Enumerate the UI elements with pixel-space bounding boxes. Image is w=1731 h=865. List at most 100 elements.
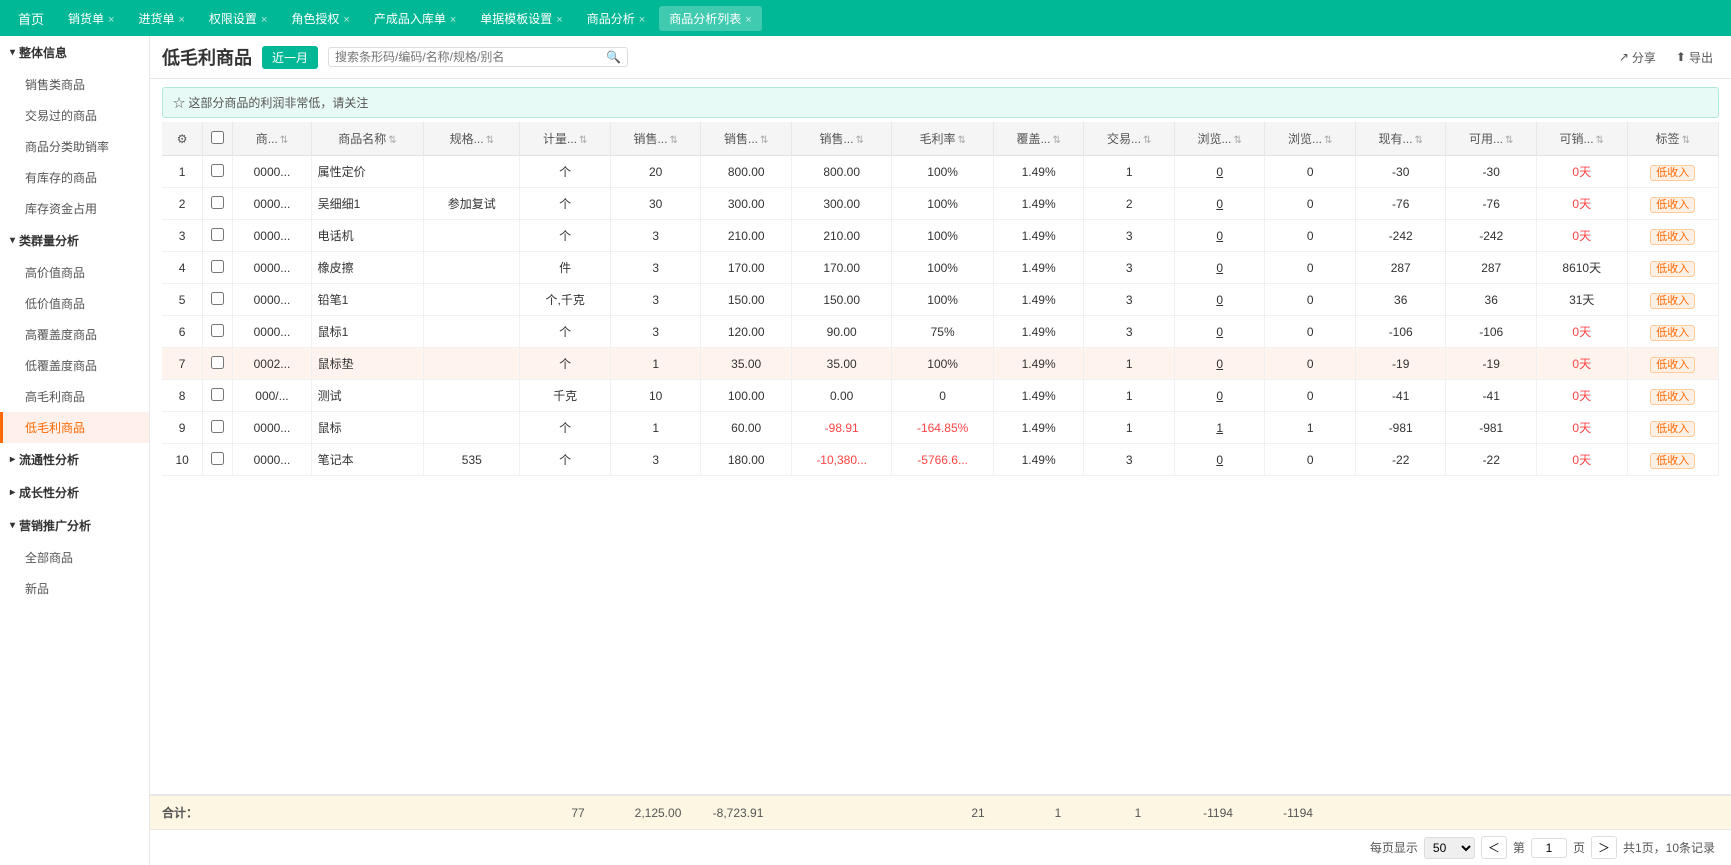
summary-row: 合计： 77 2,125.00 -8,723.91 21 1 1 -1194 -…	[150, 794, 1731, 829]
col-code[interactable]: 商...⇅	[233, 122, 311, 156]
prev-page-button[interactable]: ＜	[1481, 836, 1507, 859]
nav-permission[interactable]: 权限设置×	[199, 6, 277, 31]
export-button[interactable]: ⬆ 导出	[1670, 46, 1719, 69]
row-spec	[424, 220, 520, 252]
nav-home[interactable]: 首页	[8, 5, 54, 32]
col-settings[interactable]: ⚙	[162, 122, 203, 156]
row-checkbox[interactable]	[203, 156, 233, 188]
close-icon[interactable]: ×	[178, 14, 184, 26]
sidebar-item-high-coverage[interactable]: 高覆盖度商品	[0, 319, 149, 350]
row-checkbox[interactable]	[203, 284, 233, 316]
row-current-stock: -242	[1355, 220, 1446, 252]
sidebar-group-cluster[interactable]: ▾ 类群量分析	[0, 224, 149, 257]
row-views1[interactable]: 0	[1174, 284, 1265, 316]
row-checkbox[interactable]	[203, 412, 233, 444]
col-trade[interactable]: 交易...⇅	[1084, 122, 1175, 156]
sidebar-item-in-stock[interactable]: 有库存的商品	[0, 162, 149, 193]
col-available[interactable]: 可用...⇅	[1446, 122, 1537, 156]
row-views2: 0	[1265, 444, 1356, 476]
sidebar-group-marketing[interactable]: ▾ 营销推广分析	[0, 509, 149, 542]
sidebar-item-low-coverage[interactable]: 低覆盖度商品	[0, 350, 149, 381]
col-unit[interactable]: 计量...⇅	[520, 122, 611, 156]
sidebar-item-low-profit[interactable]: 低毛利商品	[0, 412, 149, 443]
next-page-button[interactable]: ＞	[1591, 836, 1617, 859]
row-spec	[424, 316, 520, 348]
sidebar-item-new-goods[interactable]: 新品	[0, 573, 149, 604]
row-sales-profit: 35.00	[791, 348, 891, 380]
row-trade: 3	[1084, 252, 1175, 284]
row-checkbox[interactable]	[203, 220, 233, 252]
nav-product-analysis-list[interactable]: 商品分析列表×	[659, 6, 761, 31]
row-views1[interactable]: 0	[1174, 156, 1265, 188]
sidebar-item-high-value[interactable]: 高价值商品	[0, 257, 149, 288]
sidebar-group-overall[interactable]: ▾ 整体信息	[0, 36, 149, 69]
nav-sales-order[interactable]: 销货单×	[58, 6, 124, 31]
row-views1[interactable]: 0	[1174, 188, 1265, 220]
sidebar-item-sales-goods[interactable]: 销售类商品	[0, 69, 149, 100]
col-tag[interactable]: 标签⇅	[1627, 122, 1719, 156]
row-checkbox[interactable]	[203, 252, 233, 284]
row-views1[interactable]: 0	[1174, 316, 1265, 348]
close-icon[interactable]: ×	[639, 14, 645, 26]
row-tag: 低收入	[1627, 316, 1719, 348]
sidebar-group-liquidity[interactable]: ▸ 流通性分析	[0, 443, 149, 476]
row-views1[interactable]: 0	[1174, 380, 1265, 412]
col-sales-profit[interactable]: 销售...⇅	[791, 122, 891, 156]
row-checkbox[interactable]	[203, 316, 233, 348]
share-button[interactable]: ↗ 分享	[1613, 46, 1662, 69]
row-code: 0000...	[233, 316, 311, 348]
col-name[interactable]: 商品名称⇅	[311, 122, 424, 156]
close-icon[interactable]: ×	[108, 14, 114, 26]
date-filter-button[interactable]: 近一月	[262, 46, 318, 69]
sidebar-group-growth[interactable]: ▸ 成长性分析	[0, 476, 149, 509]
row-sales-price: 35.00	[701, 348, 792, 380]
nav-role-auth[interactable]: 角色授权×	[281, 6, 359, 31]
page-number-input[interactable]	[1531, 838, 1567, 858]
row-views1[interactable]: 0	[1174, 444, 1265, 476]
close-icon[interactable]: ×	[261, 14, 267, 26]
col-sales-qty[interactable]: 销售...⇅	[610, 122, 701, 156]
row-views1[interactable]: 0	[1174, 348, 1265, 380]
sidebar-item-all-goods[interactable]: 全部商品	[0, 542, 149, 573]
row-checkbox[interactable]	[203, 380, 233, 412]
sidebar-item-traded-goods[interactable]: 交易过的商品	[0, 100, 149, 131]
row-views1[interactable]: 0	[1174, 252, 1265, 284]
row-views2: 0	[1265, 220, 1356, 252]
row-checkbox[interactable]	[203, 348, 233, 380]
search-input[interactable]	[335, 50, 606, 64]
sidebar-item-low-value[interactable]: 低价值商品	[0, 288, 149, 319]
close-icon[interactable]: ×	[556, 14, 562, 26]
row-current-stock: 287	[1355, 252, 1446, 284]
row-available: -19	[1446, 348, 1537, 380]
col-current-stock[interactable]: 现有...⇅	[1355, 122, 1446, 156]
row-checkbox[interactable]	[203, 444, 233, 476]
close-icon[interactable]: ×	[745, 14, 751, 26]
sidebar-item-stock-capital[interactable]: 库存资金占用	[0, 193, 149, 224]
col-sales-price[interactable]: 销售...⇅	[701, 122, 792, 156]
row-unit: 个	[520, 156, 611, 188]
close-icon[interactable]: ×	[450, 14, 456, 26]
nav-template-setting[interactable]: 单据模板设置×	[470, 6, 572, 31]
nav-product-analysis[interactable]: 商品分析×	[577, 6, 655, 31]
col-views1[interactable]: 浏览...⇅	[1174, 122, 1265, 156]
row-views2: 0	[1265, 348, 1356, 380]
nav-purchase-order[interactable]: 进货单×	[128, 6, 194, 31]
row-tag: 低收入	[1627, 220, 1719, 252]
col-views2[interactable]: 浏览...⇅	[1265, 122, 1356, 156]
col-sellable[interactable]: 可销...⇅	[1536, 122, 1627, 156]
col-coverage[interactable]: 覆盖...⇅	[993, 122, 1084, 156]
col-gross-rate[interactable]: 毛利率⇅	[892, 122, 994, 156]
row-sellable: 0天	[1536, 156, 1627, 188]
page-size-select[interactable]: 50 100 200	[1424, 837, 1475, 859]
row-views1[interactable]: 1	[1174, 412, 1265, 444]
row-views1[interactable]: 0	[1174, 220, 1265, 252]
search-icon[interactable]: 🔍	[606, 50, 621, 64]
row-checkbox[interactable]	[203, 188, 233, 220]
close-icon[interactable]: ×	[343, 14, 349, 26]
nav-product-entry[interactable]: 产成品入库单×	[364, 6, 466, 31]
row-name: 鼠标1	[311, 316, 424, 348]
select-all-checkbox[interactable]	[211, 131, 224, 144]
sidebar-item-high-profit[interactable]: 高毛利商品	[0, 381, 149, 412]
sidebar-item-category-rate[interactable]: 商品分类助销率	[0, 131, 149, 162]
col-spec[interactable]: 规格...⇅	[424, 122, 520, 156]
